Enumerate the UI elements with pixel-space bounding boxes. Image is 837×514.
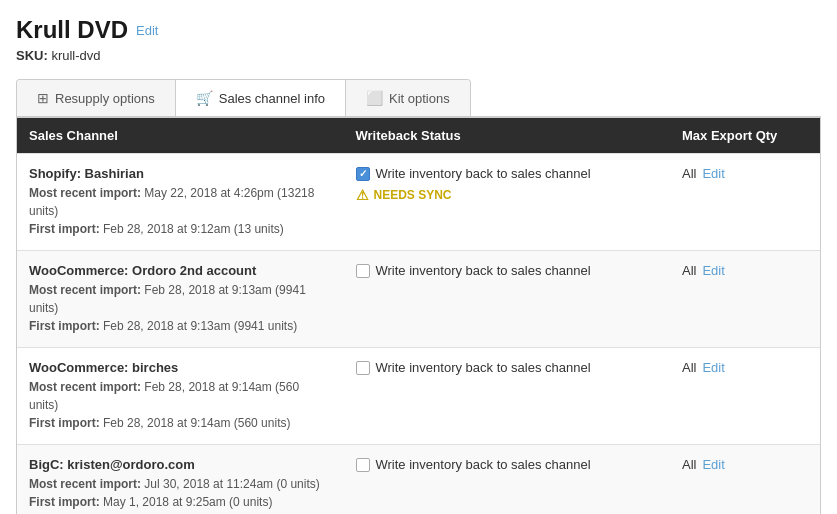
checkbox-row-3[interactable]: Write inventory back to sales channel xyxy=(356,457,659,472)
needs-sync-badge-0: ⚠ NEEDS SYNC xyxy=(356,187,659,203)
sku-value: krull-dvd xyxy=(51,48,100,63)
first-import-2: First import: Feb 28, 2018 at 9:14am (56… xyxy=(29,414,332,432)
writeback-label-2: Write inventory back to sales channel xyxy=(376,360,591,375)
checkbox-row-0[interactable]: Write inventory back to sales channel xyxy=(356,166,659,181)
most-recent-0: Most recent import: May 22, 2018 at 4:26… xyxy=(29,184,332,220)
import-info-0: Most recent import: May 22, 2018 at 4:26… xyxy=(29,184,332,238)
tab-sales-channel[interactable]: 🛒 Sales channel info xyxy=(176,80,346,116)
most-recent-3: Most recent import: Jul 30, 2018 at 11:2… xyxy=(29,475,332,493)
import-info-3: Most recent import: Jul 30, 2018 at 11:2… xyxy=(29,475,332,511)
channel-col-1: WooCommerce: Ordoro 2nd account Most rece… xyxy=(17,251,344,347)
writeback-label-3: Write inventory back to sales channel xyxy=(376,457,591,472)
max-qty-edit-1[interactable]: Edit xyxy=(702,263,724,278)
writeback-checkbox-3[interactable] xyxy=(356,458,370,472)
first-import-0: First import: Feb 28, 2018 at 9:12am (13… xyxy=(29,220,332,238)
header-writeback-status: Writeback Status xyxy=(344,118,671,153)
sales-channel-table: Sales Channel Writeback Status Max Expor… xyxy=(16,116,821,514)
most-recent-1: Most recent import: Feb 28, 2018 at 9:13… xyxy=(29,281,332,317)
channel-name-3: BigC: kristen@ordoro.com xyxy=(29,457,332,472)
first-import-3: First import: May 1, 2018 at 9:25am (0 u… xyxy=(29,493,332,511)
max-qty-value-3: All xyxy=(682,457,696,472)
product-edit-link[interactable]: Edit xyxy=(136,23,158,38)
tab-sales-channel-label: Sales channel info xyxy=(219,91,325,106)
max-qty-edit-2[interactable]: Edit xyxy=(702,360,724,375)
table-row: BigC: kristen@ordoro.com Most recent impo… xyxy=(17,444,820,514)
channel-name-2: WooCommerce: birches xyxy=(29,360,332,375)
max-qty-col-0: All Edit xyxy=(670,154,820,250)
product-title-row: Krull DVD Edit xyxy=(16,16,821,44)
writeback-col-1: Write inventory back to sales channel xyxy=(344,251,671,347)
checkbox-row-1[interactable]: Write inventory back to sales channel xyxy=(356,263,659,278)
tab-kit-options-label: Kit options xyxy=(389,91,450,106)
resupply-icon: ⊞ xyxy=(37,90,49,106)
max-qty-col-2: All Edit xyxy=(670,348,820,444)
checkbox-row-2[interactable]: Write inventory back to sales channel xyxy=(356,360,659,375)
channel-name-0: Shopify: Bashirian xyxy=(29,166,332,181)
needs-sync-text-0: NEEDS SYNC xyxy=(374,188,452,202)
sku-label: SKU: xyxy=(16,48,48,63)
import-info-2: Most recent import: Feb 28, 2018 at 9:14… xyxy=(29,378,332,432)
channel-col-2: WooCommerce: birches Most recent import: … xyxy=(17,348,344,444)
sales-channel-icon: 🛒 xyxy=(196,90,213,106)
most-recent-2: Most recent import: Feb 28, 2018 at 9:14… xyxy=(29,378,332,414)
tab-kit-options[interactable]: ⬜ Kit options xyxy=(346,80,470,116)
writeback-label-0: Write inventory back to sales channel xyxy=(376,166,591,181)
import-info-1: Most recent import: Feb 28, 2018 at 9:13… xyxy=(29,281,332,335)
first-import-1: First import: Feb 28, 2018 at 9:13am (99… xyxy=(29,317,332,335)
channel-col-0: Shopify: Bashirian Most recent import: Ma… xyxy=(17,154,344,250)
writeback-checkbox-2[interactable] xyxy=(356,361,370,375)
max-qty-value-0: All xyxy=(682,166,696,181)
warning-icon-0: ⚠ xyxy=(356,187,369,203)
max-qty-value-2: All xyxy=(682,360,696,375)
writeback-col-2: Write inventory back to sales channel xyxy=(344,348,671,444)
max-qty-col-3: All Edit xyxy=(670,445,820,514)
max-qty-col-1: All Edit xyxy=(670,251,820,347)
tabs-container: ⊞ Resupply options 🛒 Sales channel info … xyxy=(16,79,471,116)
max-qty-value-1: All xyxy=(682,263,696,278)
table-body: Shopify: Bashirian Most recent import: Ma… xyxy=(17,153,820,514)
header-max-export-qty: Max Export Qty xyxy=(670,118,820,153)
table-row: WooCommerce: Ordoro 2nd account Most rece… xyxy=(17,250,820,347)
max-qty-edit-0[interactable]: Edit xyxy=(702,166,724,181)
table-row: WooCommerce: birches Most recent import: … xyxy=(17,347,820,444)
sku-line: SKU: krull-dvd xyxy=(16,48,821,63)
kit-options-icon: ⬜ xyxy=(366,90,383,106)
product-title: Krull DVD xyxy=(16,16,128,44)
channel-name-1: WooCommerce: Ordoro 2nd account xyxy=(29,263,332,278)
table-row: Shopify: Bashirian Most recent import: Ma… xyxy=(17,153,820,250)
channel-col-3: BigC: kristen@ordoro.com Most recent impo… xyxy=(17,445,344,514)
header-sales-channel: Sales Channel xyxy=(17,118,344,153)
writeback-col-0: Write inventory back to sales channel ⚠ NE… xyxy=(344,154,671,250)
table-header: Sales Channel Writeback Status Max Expor… xyxy=(17,118,820,153)
tab-resupply[interactable]: ⊞ Resupply options xyxy=(17,80,176,116)
writeback-col-3: Write inventory back to sales channel xyxy=(344,445,671,514)
max-qty-edit-3[interactable]: Edit xyxy=(702,457,724,472)
writeback-checkbox-1[interactable] xyxy=(356,264,370,278)
writeback-label-1: Write inventory back to sales channel xyxy=(376,263,591,278)
writeback-checkbox-0[interactable] xyxy=(356,167,370,181)
tab-resupply-label: Resupply options xyxy=(55,91,155,106)
